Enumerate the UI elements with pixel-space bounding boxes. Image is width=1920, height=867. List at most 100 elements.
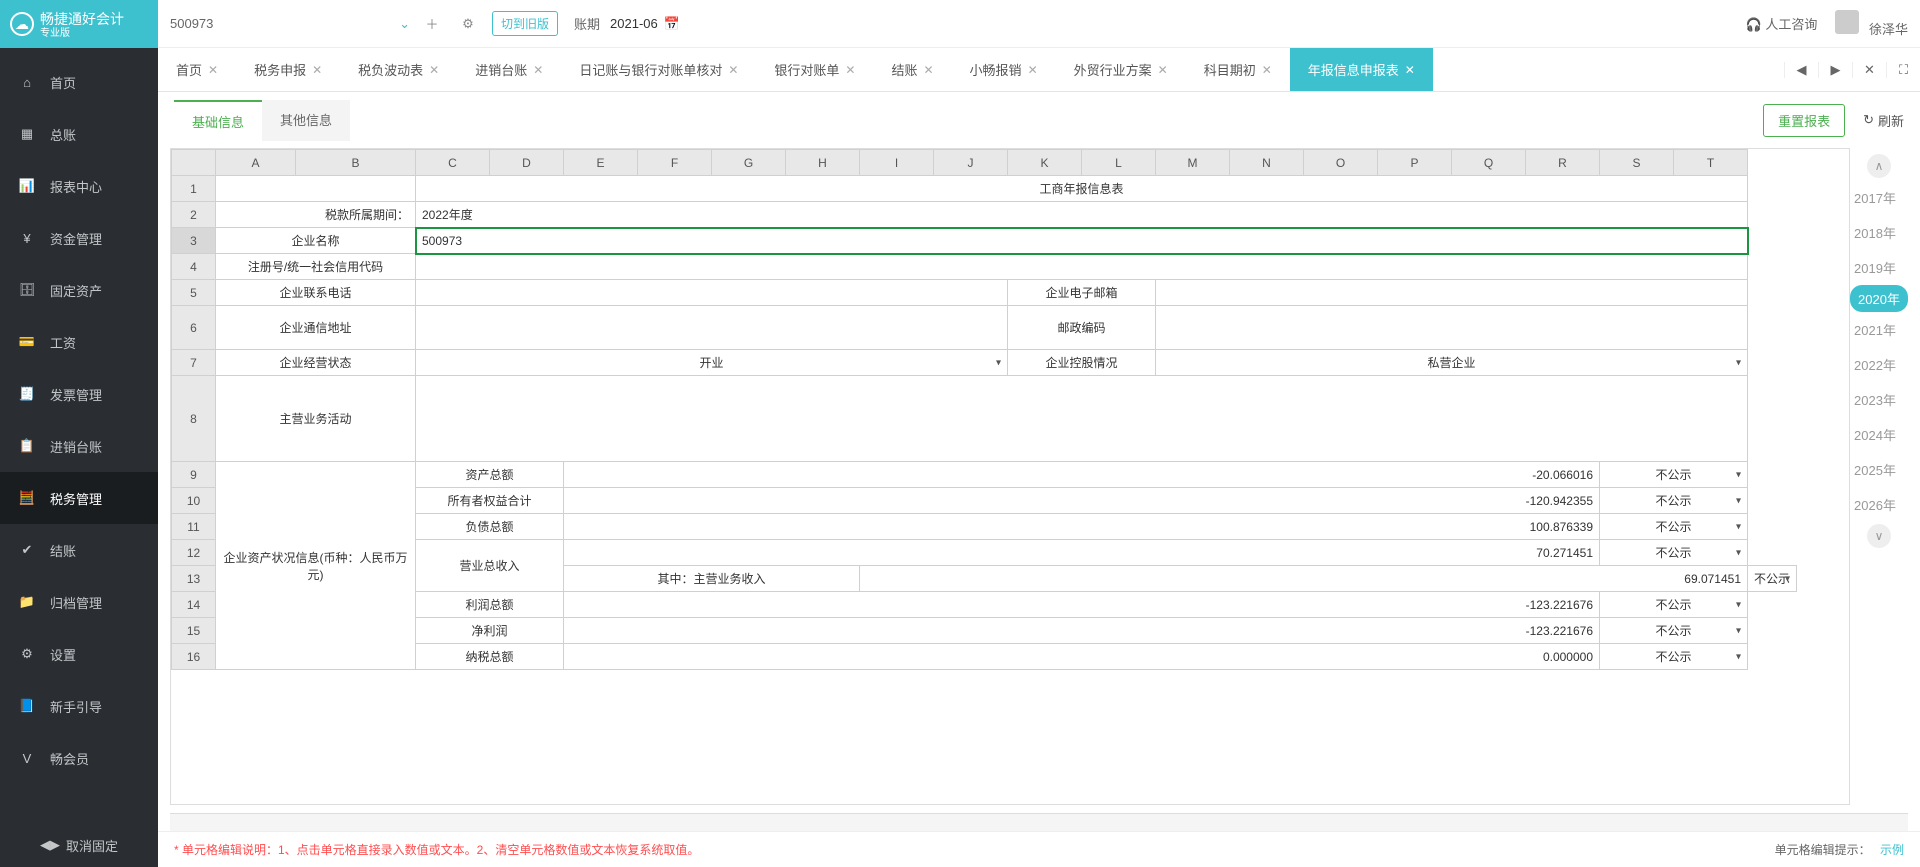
tab-close-icon[interactable]: ✕ (1028, 63, 1038, 77)
fin-val-11[interactable]: 100.876339 (564, 514, 1600, 540)
row-9[interactable]: 9 (172, 462, 216, 488)
col-L[interactable]: L (1082, 150, 1156, 176)
col-E[interactable]: E (564, 150, 638, 176)
nav-invoice[interactable]: 🧾发票管理 (0, 368, 158, 420)
fin-val-12[interactable]: 70.271451 (564, 540, 1600, 566)
row-7[interactable]: 7 (172, 350, 216, 376)
year-2025年[interactable]: 2025年 (1850, 452, 1908, 487)
col-A[interactable]: A (216, 150, 296, 176)
tab-close-icon[interactable]: ✕ (533, 63, 543, 77)
nav-close[interactable]: ✔结账 (0, 524, 158, 576)
tab-close-icon[interactable]: ✕ (1405, 63, 1415, 77)
nav-ledger[interactable]: ▦总账 (0, 108, 158, 160)
company-value-cell[interactable]: 500973 (416, 228, 1748, 254)
publish-select-10[interactable]: 不公示 (1600, 488, 1748, 514)
col-H[interactable]: H (786, 150, 860, 176)
refresh-button[interactable]: ↻ 刷新 (1863, 111, 1904, 130)
col-R[interactable]: R (1526, 150, 1600, 176)
tab-close-icon[interactable]: ✕ (923, 63, 933, 77)
footer-example-link[interactable]: 示例 (1880, 843, 1904, 857)
subtab-basic[interactable]: 基础信息 (174, 100, 262, 141)
row-16[interactable]: 16 (172, 644, 216, 670)
horizontal-scrollbar[interactable] (170, 813, 1908, 831)
regno-value[interactable] (416, 254, 1748, 280)
row-2[interactable]: 2 (172, 202, 216, 228)
year-2019年[interactable]: 2019年 (1850, 250, 1908, 285)
year-2023年[interactable]: 2023年 (1850, 382, 1908, 417)
tab-6[interactable]: 结账✕ (873, 48, 951, 91)
row-6[interactable]: 6 (172, 306, 216, 350)
tab-1[interactable]: 税务申报✕ (236, 48, 340, 91)
tab-3[interactable]: 进销台账✕ (457, 48, 561, 91)
col-J[interactable]: J (934, 150, 1008, 176)
tab-9[interactable]: 科目期初✕ (1186, 48, 1290, 91)
row-14[interactable]: 14 (172, 592, 216, 618)
tab-close-icon[interactable]: ✕ (845, 63, 855, 77)
tab-close-all[interactable]: ✕ (1852, 62, 1886, 78)
col-M[interactable]: M (1156, 150, 1230, 176)
year-2021年[interactable]: 2021年 (1850, 312, 1908, 347)
add-button[interactable]: ＋ (418, 10, 446, 38)
subtab-other[interactable]: 其他信息 (262, 100, 350, 141)
year-down[interactable]: ∨ (1867, 524, 1891, 548)
fin-val-9[interactable]: -20.066016 (564, 462, 1600, 488)
select-all-cell[interactable] (172, 150, 216, 176)
publish-select-14[interactable]: 不公示 (1600, 592, 1748, 618)
col-F[interactable]: F (638, 150, 712, 176)
fin-val-16[interactable]: 0.000000 (564, 644, 1600, 670)
row-1[interactable]: 1 (172, 176, 216, 202)
tab-close-icon[interactable]: ✕ (1158, 63, 1168, 77)
consult-link[interactable]: 🎧 人工咨询 (1746, 14, 1818, 33)
row-15[interactable]: 15 (172, 618, 216, 644)
status-select[interactable]: 开业 (416, 350, 1008, 376)
period-value-cell[interactable]: 2022年度 (416, 202, 1748, 228)
tab-close-icon[interactable]: ✕ (728, 63, 738, 77)
old-version-button[interactable]: 切到旧版 (492, 11, 558, 36)
row-13[interactable]: 13 (172, 566, 216, 592)
col-S[interactable]: S (1600, 150, 1674, 176)
publish-select-15[interactable]: 不公示 (1600, 618, 1748, 644)
year-up[interactable]: ∧ (1867, 154, 1891, 178)
tab-scroll-right[interactable]: ▶ (1818, 62, 1852, 78)
spreadsheet[interactable]: ABCDEFGHIJKLMNOPQRST1工商年报信息表2税款所属期间：2022… (170, 148, 1850, 805)
nav-vip[interactable]: V畅会员 (0, 732, 158, 784)
pin-toggle[interactable]: ◀▶ 取消固定 (0, 823, 158, 867)
tab-7[interactable]: 小畅报销✕ (952, 48, 1056, 91)
nav-archive[interactable]: 📁归档管理 (0, 576, 158, 628)
col-N[interactable]: N (1230, 150, 1304, 176)
row-4[interactable]: 4 (172, 254, 216, 280)
tab-close-icon[interactable]: ✕ (1262, 63, 1272, 77)
tab-8[interactable]: 外贸行业方案✕ (1056, 48, 1186, 91)
row-3[interactable]: 3 (172, 228, 216, 254)
tab-5[interactable]: 银行对账单✕ (756, 48, 873, 91)
settings-icon[interactable]: ⚙ (454, 10, 482, 38)
nav-home[interactable]: ⌂首页 (0, 56, 158, 108)
year-2026年[interactable]: 2026年 (1850, 487, 1908, 522)
col-Q[interactable]: Q (1452, 150, 1526, 176)
period-value[interactable]: 2021-06 (610, 16, 658, 31)
tab-scroll-left[interactable]: ◀ (1784, 62, 1818, 78)
year-2018年[interactable]: 2018年 (1850, 215, 1908, 250)
year-2020年[interactable]: 2020年 (1850, 285, 1908, 312)
col-D[interactable]: D (490, 150, 564, 176)
tab-close-icon[interactable]: ✕ (429, 63, 439, 77)
year-2022年[interactable]: 2022年 (1850, 347, 1908, 382)
fullscreen-icon[interactable]: ⛶ (1886, 62, 1920, 78)
nav-stock[interactable]: 📋进销台账 (0, 420, 158, 472)
tab-0[interactable]: 首页✕ (158, 48, 236, 91)
row-12[interactable]: 12 (172, 540, 216, 566)
year-2024年[interactable]: 2024年 (1850, 417, 1908, 452)
nav-tax[interactable]: 🧮税务管理 (0, 472, 158, 524)
fin-val-13[interactable]: 69.071451 (860, 566, 1748, 592)
publish-select-12[interactable]: 不公示 (1600, 540, 1748, 566)
nav-chart[interactable]: 📊报表中心 (0, 160, 158, 212)
col-B[interactable]: B (296, 150, 416, 176)
tab-close-icon[interactable]: ✕ (312, 63, 322, 77)
row-10[interactable]: 10 (172, 488, 216, 514)
nav-salary[interactable]: 💳工资 (0, 316, 158, 368)
publish-select-13[interactable]: 不公示 (1748, 566, 1797, 592)
tab-10[interactable]: 年报信息申报表✕ (1290, 48, 1433, 91)
publish-select-16[interactable]: 不公示 (1600, 644, 1748, 670)
col-G[interactable]: G (712, 150, 786, 176)
row-5[interactable]: 5 (172, 280, 216, 306)
